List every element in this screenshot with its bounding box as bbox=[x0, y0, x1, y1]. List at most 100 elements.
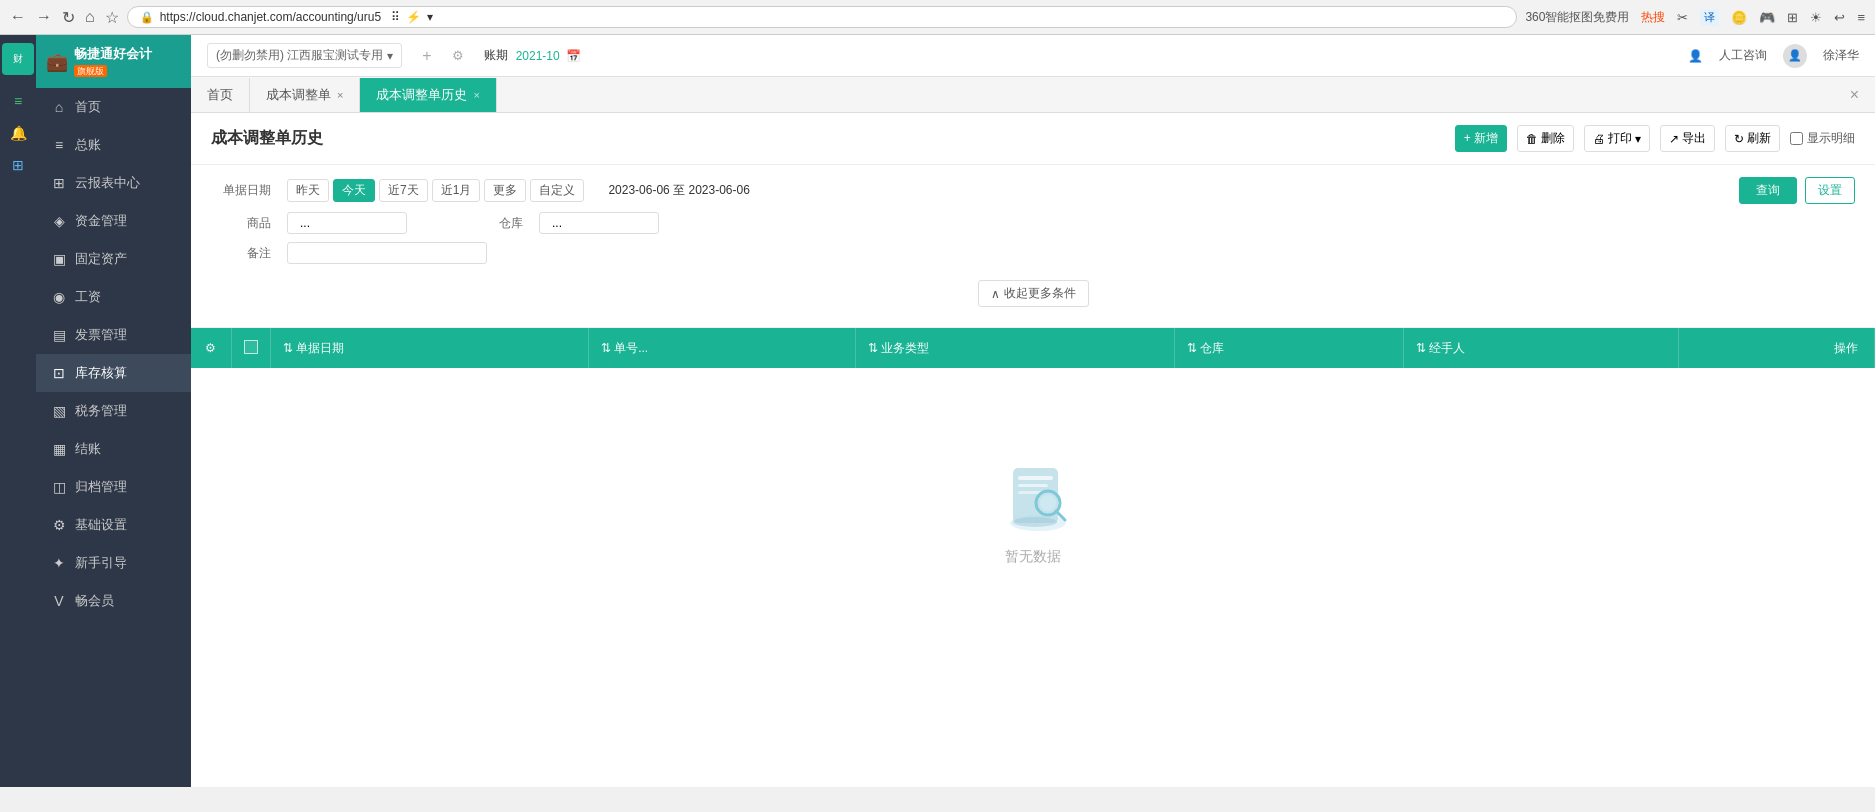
company-selector[interactable]: (勿删勿禁用) 江西服宝测试专用 ▾ bbox=[207, 43, 402, 68]
dropdown-icon[interactable]: ▾ bbox=[427, 10, 433, 24]
goods-more-dots: ... bbox=[300, 216, 310, 230]
shortcut-1month[interactable]: 近1月 bbox=[432, 179, 481, 202]
top-bar: (勿删勿禁用) 江西服宝测试专用 ▾ + ⚙ 账期 2021-10 📅 👤 人工… bbox=[191, 35, 1875, 77]
tab-cost-adjust-close[interactable]: × bbox=[337, 89, 343, 101]
calendar-icon[interactable]: 📅 bbox=[566, 49, 581, 63]
th-date[interactable]: ⇅ 单据日期 bbox=[270, 328, 589, 368]
scissors-icon[interactable]: ✂ bbox=[1677, 10, 1688, 25]
show-cols-toggle-area[interactable]: 显示明细 bbox=[1790, 130, 1855, 147]
coin-icon[interactable]: 🪙 bbox=[1731, 10, 1747, 25]
icon-sidebar-item-1[interactable]: ≡ bbox=[4, 87, 32, 115]
sidebar-item-fixed-assets[interactable]: ▣ 固定资产 bbox=[36, 240, 191, 278]
home-nav-icon: ⌂ bbox=[51, 99, 67, 115]
bolt-icon: ⚡ bbox=[406, 10, 421, 24]
sidebar-item-guide[interactable]: ✦ 新手引导 bbox=[36, 544, 191, 582]
th-number[interactable]: ⇅ 单号... bbox=[589, 328, 856, 368]
reload-icon[interactable]: ↻ bbox=[62, 8, 75, 27]
sidebar-item-vip[interactable]: V 畅会员 bbox=[36, 582, 191, 620]
more-icon[interactable]: ≡ bbox=[1857, 10, 1865, 25]
bookmark-icon[interactable]: ☆ bbox=[105, 8, 119, 27]
sidebar-item-reports[interactable]: ⊞ 云报表中心 bbox=[36, 164, 191, 202]
home-icon[interactable]: ⌂ bbox=[85, 8, 95, 26]
tab-cost-adjust-label: 成本调整单 bbox=[266, 86, 331, 104]
refresh-icon: ↻ bbox=[1734, 132, 1744, 146]
refresh-button[interactable]: ↻ 刷新 bbox=[1725, 125, 1780, 152]
tab-close-window[interactable]: × bbox=[1850, 86, 1859, 104]
shortcut-7days[interactable]: 近7天 bbox=[379, 179, 428, 202]
settings-icon[interactable]: ⚙ bbox=[452, 48, 464, 63]
sidebar-item-payroll[interactable]: ◉ 工资 bbox=[36, 278, 191, 316]
browser-titlebar: ← → ↻ ⌂ ☆ 🔒 https://cloud.chanjet.com/ac… bbox=[0, 0, 1875, 34]
period-value: 2021-10 bbox=[516, 49, 560, 63]
reports-nav-icon: ⊞ bbox=[51, 175, 67, 191]
table-header-row: ⚙ ⇅ 单据日期 ⇅ bbox=[191, 328, 1875, 368]
shortcut-custom[interactable]: 自定义 bbox=[530, 179, 584, 202]
shortcut-today[interactable]: 今天 bbox=[333, 179, 375, 202]
print-icon: 🖨 bbox=[1593, 132, 1605, 146]
sidebar-item-settings[interactable]: ⚙ 基础设置 bbox=[36, 506, 191, 544]
sidebar-item-archive[interactable]: ◫ 归档管理 bbox=[36, 468, 191, 506]
logo-text: 畅捷通好会计 bbox=[74, 45, 152, 63]
sidebar-item-invoice[interactable]: ▤ 发票管理 bbox=[36, 316, 191, 354]
address-bar[interactable]: 🔒 https://cloud.chanjet.com/accounting/u… bbox=[127, 6, 1518, 28]
delete-button[interactable]: 🗑 删除 bbox=[1517, 125, 1574, 152]
warehouse-selector[interactable]: ... bbox=[539, 212, 659, 234]
add-company-icon[interactable]: + bbox=[422, 47, 431, 65]
tab-home[interactable]: 首页 bbox=[191, 78, 250, 112]
browser-menu-icon[interactable]: ⠿ bbox=[391, 10, 400, 24]
export-button[interactable]: ↗ 导出 bbox=[1660, 125, 1715, 152]
close-accounts-nav-icon: ▦ bbox=[51, 441, 67, 457]
new-button[interactable]: + 新增 bbox=[1455, 125, 1507, 152]
sidebar-item-funds[interactable]: ◈ 资金管理 bbox=[36, 202, 191, 240]
svg-rect-2 bbox=[1018, 476, 1053, 480]
forward-icon[interactable]: → bbox=[36, 8, 52, 26]
tab-cost-adjust-history[interactable]: 成本调整单历史 × bbox=[360, 78, 496, 112]
sidebar-item-ledger[interactable]: ≡ 总账 bbox=[36, 126, 191, 164]
shortcut-more[interactable]: 更多 bbox=[484, 179, 526, 202]
icon-sidebar-item-3[interactable]: ⊞ bbox=[4, 151, 32, 179]
tab-cost-adjust-history-close[interactable]: × bbox=[473, 89, 479, 101]
goods-selector[interactable]: ... bbox=[287, 212, 407, 234]
icon-sidebar-logo[interactable]: 财 bbox=[2, 43, 34, 75]
user-service-label[interactable]: 人工咨询 bbox=[1719, 47, 1767, 64]
collapse-filters-button[interactable]: ∧ 收起更多条件 bbox=[978, 280, 1089, 307]
game-icon[interactable]: 🎮 bbox=[1759, 10, 1775, 25]
back-icon[interactable]: ← bbox=[10, 8, 26, 26]
collapse-label: 收起更多条件 bbox=[1004, 285, 1076, 302]
url-text: https://cloud.chanjet.com/accounting/uru… bbox=[160, 10, 381, 24]
th-warehouse[interactable]: ⇅ 仓库 bbox=[1174, 328, 1404, 368]
sidebar-item-close[interactable]: ▦ 结账 bbox=[36, 430, 191, 468]
shortcut-yesterday[interactable]: 昨天 bbox=[287, 179, 329, 202]
sun-icon[interactable]: ☀ bbox=[1810, 10, 1822, 25]
th-biz-type[interactable]: ⇅ 业务类型 bbox=[856, 328, 1175, 368]
period-selector[interactable]: 账期 2021-10 📅 bbox=[484, 47, 581, 64]
th-number-sort: ⇅ bbox=[601, 341, 611, 355]
grid-icon[interactable]: ⊞ bbox=[1787, 10, 1798, 25]
app-container: 财 ≡ 🔔 ⊞ 💼 畅捷通好会计 旗舰版 ⌂ 首页 ≡ 总账 ⊞ bbox=[0, 35, 1875, 787]
page-actions: + 新增 🗑 删除 🖨 打印 ▾ ↗ 导出 ↻ bbox=[1455, 125, 1855, 152]
print-button[interactable]: 🖨 打印 ▾ bbox=[1584, 125, 1650, 152]
tab-cost-adjust[interactable]: 成本调整单 × bbox=[250, 78, 360, 112]
show-cols-checkbox[interactable] bbox=[1790, 132, 1803, 145]
translate-icon[interactable]: 译 bbox=[1700, 9, 1719, 26]
payroll-nav-icon: ◉ bbox=[51, 289, 67, 305]
setting-button[interactable]: 设置 bbox=[1805, 177, 1855, 204]
th-gear[interactable]: ⚙ bbox=[191, 328, 231, 368]
th-warehouse-label: 仓库 bbox=[1200, 340, 1224, 357]
th-checkbox[interactable] bbox=[231, 328, 270, 368]
undo-icon[interactable]: ↩ bbox=[1834, 10, 1845, 25]
select-all-checkbox[interactable] bbox=[244, 340, 258, 354]
gear-icon[interactable]: ⚙ bbox=[205, 341, 216, 355]
sidebar-item-tax[interactable]: ▧ 税务管理 bbox=[36, 392, 191, 430]
sidebar-item-inventory[interactable]: ⊡ 库存核算 bbox=[36, 354, 191, 392]
page-content: 成本调整单历史 + 新增 🗑 删除 🖨 打印 ▾ ↗ 导出 bbox=[191, 113, 1875, 787]
sidebar-item-vip-label: 畅会员 bbox=[75, 592, 114, 610]
sidebar-item-home[interactable]: ⌂ 首页 bbox=[36, 88, 191, 126]
icon-sidebar-item-2[interactable]: 🔔 bbox=[4, 119, 32, 147]
date-from: 2023-06-06 bbox=[608, 183, 669, 197]
data-table: ⚙ ⇅ 单据日期 ⇅ bbox=[191, 328, 1875, 646]
th-handler[interactable]: ⇅ 经手人 bbox=[1404, 328, 1678, 368]
remark-input[interactable] bbox=[287, 242, 487, 264]
query-button[interactable]: 查询 bbox=[1739, 177, 1797, 204]
page-header: 成本调整单历史 + 新增 🗑 删除 🖨 打印 ▾ ↗ 导出 bbox=[191, 113, 1875, 165]
